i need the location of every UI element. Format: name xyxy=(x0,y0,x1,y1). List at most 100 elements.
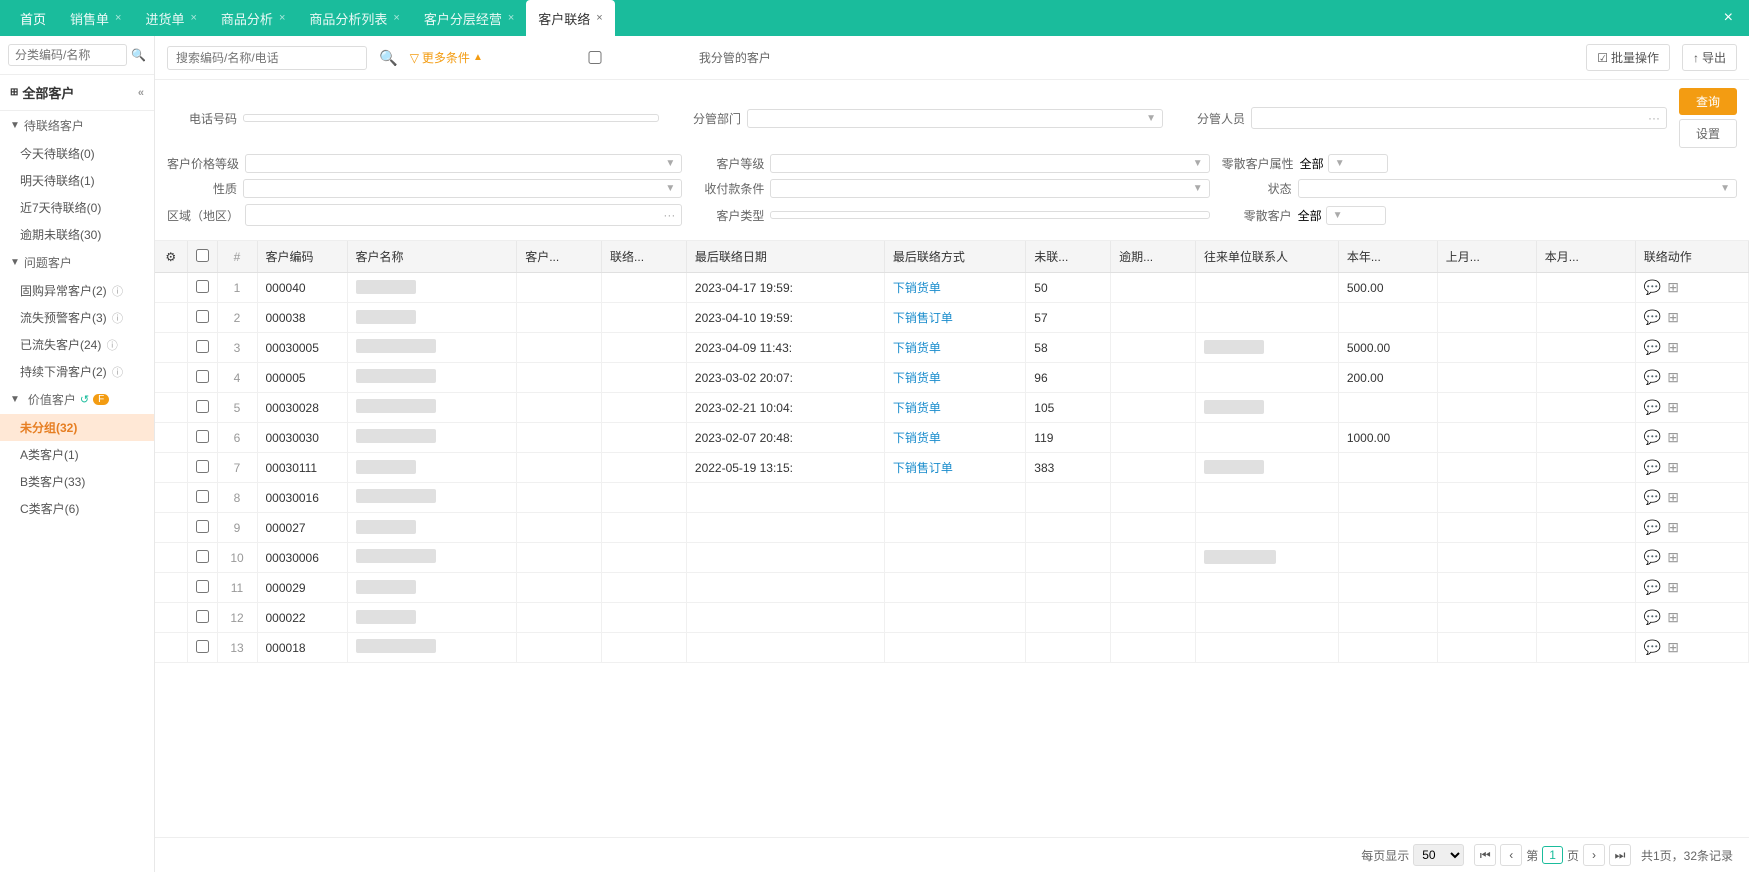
grid-icon[interactable]: ⊞ xyxy=(1667,459,1679,476)
row-checkbox[interactable] xyxy=(196,280,209,293)
contact-method-link[interactable]: 下销货单 xyxy=(893,341,941,355)
table-settings-header[interactable]: ⚙ xyxy=(155,241,187,273)
sidebar-item-today[interactable]: 今天待联络(0) xyxy=(0,140,154,167)
grid-icon[interactable]: ⊞ xyxy=(1667,279,1679,296)
department-input[interactable]: ▼ xyxy=(747,109,1163,128)
contact-method-link[interactable]: 下销货单 xyxy=(893,371,941,385)
row-checkbox-cell[interactable] xyxy=(187,333,217,363)
chat-icon[interactable]: 💬 xyxy=(1644,459,1661,476)
more-conditions-button[interactable]: ▽ 更多条件 ▲ xyxy=(410,49,483,66)
sidebar-item-unclassified[interactable]: 未分组(32) xyxy=(0,414,154,441)
row-checkbox[interactable] xyxy=(196,460,209,473)
tab-product-analysis[interactable]: 商品分析 × xyxy=(209,0,297,36)
last-page-button[interactable]: ⏭ xyxy=(1609,844,1631,866)
tab-sales[interactable]: 销售单 × xyxy=(58,0,133,36)
reset-button[interactable]: 设置 xyxy=(1679,119,1737,148)
customer-type-input[interactable] xyxy=(770,211,1209,219)
row-checkbox[interactable] xyxy=(196,550,209,563)
collapse-icon[interactable]: « xyxy=(138,87,144,99)
row-checkbox[interactable] xyxy=(196,610,209,623)
row-checkbox-cell[interactable] xyxy=(187,423,217,453)
contact-method-link[interactable]: 下销货单 xyxy=(893,401,941,415)
row-checkbox-cell[interactable] xyxy=(187,483,217,513)
grid-icon[interactable]: ⊞ xyxy=(1667,489,1679,506)
table-contact-person-header[interactable]: 往来单位联系人 xyxy=(1195,241,1338,273)
sidebar-item-group-c[interactable]: C类客户(6) xyxy=(0,495,154,522)
row-checkbox-cell[interactable] xyxy=(187,603,217,633)
table-contact-header[interactable]: 联络... xyxy=(602,241,687,273)
grid-icon[interactable]: ⊞ xyxy=(1667,549,1679,566)
row-checkbox-cell[interactable] xyxy=(187,273,217,303)
grid-icon[interactable]: ⊞ xyxy=(1667,579,1679,596)
row-checkbox-cell[interactable] xyxy=(187,303,217,333)
price-level-input[interactable]: ▼ xyxy=(245,154,682,173)
table-no-contact-header[interactable]: 未联... xyxy=(1026,241,1111,273)
grid-icon[interactable]: ⊞ xyxy=(1667,399,1679,416)
row-checkbox-cell[interactable] xyxy=(187,633,217,663)
my-customers-checkbox-label[interactable]: 我分管的客户 xyxy=(495,49,771,66)
sidebar-item-group-b[interactable]: B类客户(33) xyxy=(0,468,154,495)
sidebar-item-tomorrow[interactable]: 明天待联络(1) xyxy=(0,167,154,194)
row-checkbox[interactable] xyxy=(196,430,209,443)
grid-icon[interactable]: ⊞ xyxy=(1667,519,1679,536)
table-this-month-header[interactable]: 本月... xyxy=(1536,241,1635,273)
close-icon[interactable]: × xyxy=(190,12,196,24)
first-page-button[interactable]: ⏮ xyxy=(1474,844,1496,866)
search-icon[interactable]: 🔍 xyxy=(131,48,146,62)
table-code-header[interactable]: 客户编码 xyxy=(257,241,347,273)
nature-input[interactable]: ▼ xyxy=(243,179,682,198)
row-checkbox[interactable] xyxy=(196,520,209,533)
chat-icon[interactable]: 💬 xyxy=(1644,489,1661,506)
row-checkbox-cell[interactable] xyxy=(187,513,217,543)
status-input[interactable]: ▼ xyxy=(1298,179,1737,198)
table-checkbox-header[interactable] xyxy=(187,241,217,273)
my-customers-checkbox[interactable] xyxy=(495,51,695,64)
close-icon[interactable]: × xyxy=(115,12,121,24)
table-type-header[interactable]: 客户... xyxy=(517,241,602,273)
table-name-header[interactable]: 客户名称 xyxy=(347,241,517,273)
chat-icon[interactable]: 💬 xyxy=(1644,549,1661,566)
row-checkbox[interactable] xyxy=(196,640,209,653)
chat-icon[interactable]: 💬 xyxy=(1644,639,1661,656)
row-checkbox[interactable] xyxy=(196,310,209,323)
sidebar-group-pending-contact[interactable]: ▼ 待联络客户 xyxy=(0,111,154,140)
row-checkbox[interactable] xyxy=(196,370,209,383)
tab-customer-contact[interactable]: 客户联络 × xyxy=(526,0,614,36)
row-checkbox-cell[interactable] xyxy=(187,453,217,483)
row-checkbox[interactable] xyxy=(196,340,209,353)
grid-icon[interactable]: ⊞ xyxy=(1667,429,1679,446)
row-checkbox-cell[interactable] xyxy=(187,363,217,393)
close-icon[interactable]: × xyxy=(508,12,514,24)
contact-method-link[interactable]: 下销售订单 xyxy=(893,461,953,475)
chat-icon[interactable]: 💬 xyxy=(1644,429,1661,446)
window-close-button[interactable]: × xyxy=(1716,9,1741,27)
chat-icon[interactable]: 💬 xyxy=(1644,369,1661,386)
chat-icon[interactable]: 💬 xyxy=(1644,579,1661,596)
sidebar-item-overdue[interactable]: 逾期未联络(30) xyxy=(0,221,154,248)
per-page-select[interactable]: 50 100 200 xyxy=(1413,844,1464,866)
row-checkbox[interactable] xyxy=(196,400,209,413)
sidebar-item-lost[interactable]: 已流失客户(24) ⓘ xyxy=(0,331,154,358)
retail-customer-input[interactable]: ▼ xyxy=(1326,206,1386,225)
table-this-year-header[interactable]: 本年... xyxy=(1338,241,1437,273)
customer-level-input[interactable]: ▼ xyxy=(770,154,1209,173)
sidebar-item-abnormal-purchase[interactable]: 固购异常客户(2) ⓘ xyxy=(0,277,154,304)
category-search-input[interactable] xyxy=(8,44,127,66)
chat-icon[interactable]: 💬 xyxy=(1644,399,1661,416)
grid-icon[interactable]: ⊞ xyxy=(1667,369,1679,386)
row-checkbox[interactable] xyxy=(196,580,209,593)
search-input[interactable] xyxy=(167,46,367,70)
contact-method-link[interactable]: 下销货单 xyxy=(893,431,941,445)
tab-home[interactable]: 首页 xyxy=(8,0,58,36)
row-checkbox-cell[interactable] xyxy=(187,573,217,603)
manager-input[interactable]: ··· xyxy=(1251,107,1667,129)
sidebar-item-persistent-decline[interactable]: 持续下滑客户(2) ⓘ xyxy=(0,358,154,385)
close-icon[interactable]: × xyxy=(279,12,285,24)
grid-icon[interactable]: ⊞ xyxy=(1667,639,1679,656)
contact-method-link[interactable]: 下销货单 xyxy=(893,281,941,295)
phone-input[interactable] xyxy=(243,114,659,122)
table-overdue-header[interactable]: 逾期... xyxy=(1111,241,1196,273)
grid-icon[interactable]: ⊞ xyxy=(1667,609,1679,626)
row-checkbox-cell[interactable] xyxy=(187,393,217,423)
grid-icon[interactable]: ⊞ xyxy=(1667,309,1679,326)
